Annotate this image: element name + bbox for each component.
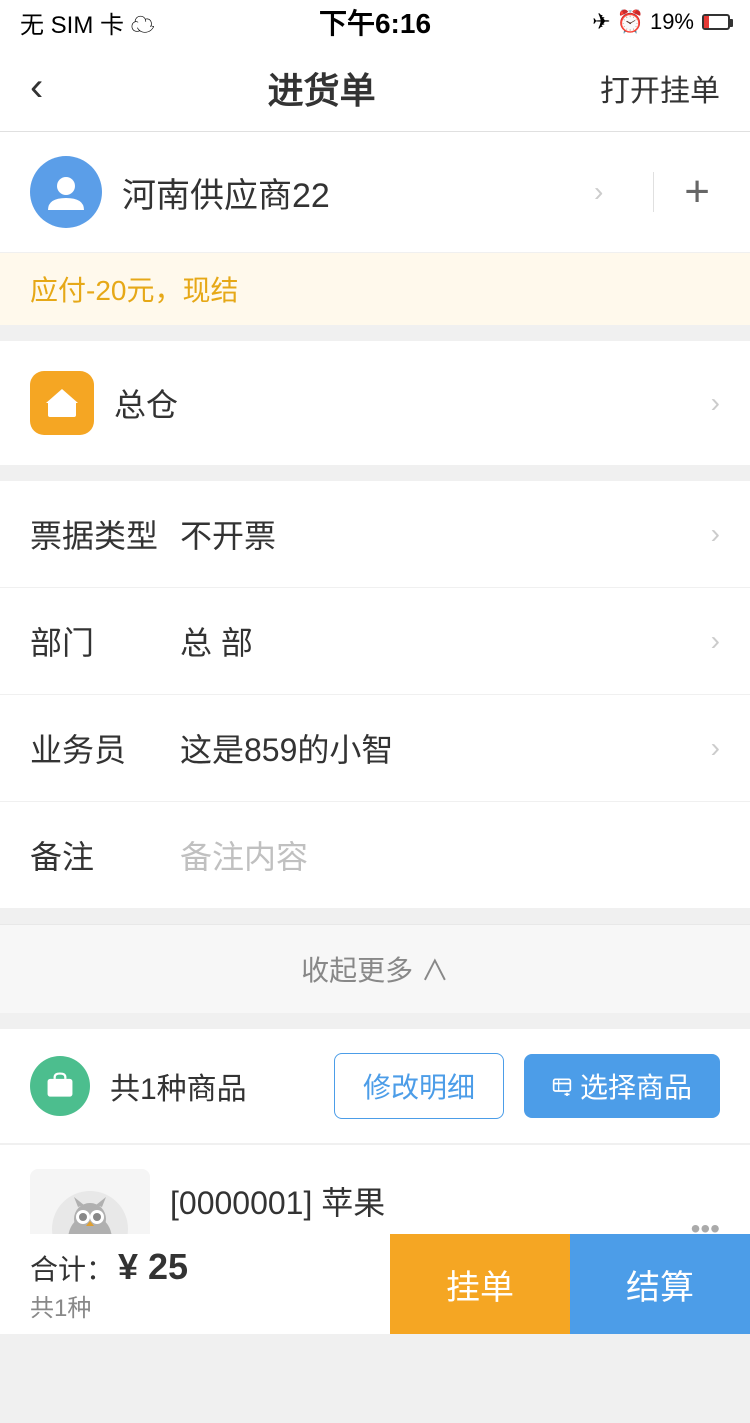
checkout-button[interactable]: 结算 <box>570 1234 750 1334</box>
department-chevron-icon: › <box>711 625 720 657</box>
products-count: 共1种商品 <box>110 1064 314 1108</box>
supplier-divider <box>653 172 654 212</box>
warehouse-name: 总仓 <box>114 380 711 426</box>
supplier-name: 河南供应商22 <box>122 168 594 217</box>
checkout-label: 结算 <box>626 1260 694 1309</box>
invoice-type-label: 票据类型 <box>30 511 180 557</box>
collapse-bar[interactable]: 收起更多 ∧ <box>0 924 750 1013</box>
edit-detail-button[interactable]: 修改明细 <box>334 1053 504 1119</box>
warehouse-section: 总仓 › <box>0 341 750 465</box>
salesperson-value: 这是859的小智 <box>180 725 711 771</box>
status-bar: 无 SIM 卡 ☁ 下午6:16 ✈ ⏰ 19% <box>0 0 750 44</box>
supplier-chevron-icon: › <box>594 176 603 208</box>
status-time: 下午6:16 <box>319 2 431 42</box>
supplier-notice: 应付-20元，现结 <box>0 253 750 325</box>
supplier-section: 河南供应商22 › + 应付-20元，现结 <box>0 132 750 325</box>
suspend-button[interactable]: 挂单 <box>390 1234 570 1334</box>
invoice-chevron-icon: › <box>711 518 720 550</box>
warehouse-chevron-icon: › <box>711 387 720 419</box>
add-supplier-button[interactable]: + <box>674 167 720 217</box>
location-icon: ✈ <box>592 9 610 35</box>
department-row[interactable]: 部门 总 部 › <box>0 588 750 695</box>
warehouse-row[interactable]: 总仓 › <box>0 341 750 465</box>
status-right: ✈ ⏰ 19% <box>592 9 730 35</box>
salesperson-label: 业务员 <box>30 725 180 771</box>
total-count: 共1种 <box>30 1288 360 1323</box>
department-label: 部门 <box>30 618 180 664</box>
department-value: 总 部 <box>180 618 711 664</box>
product-name-text: 苹果 <box>321 1185 385 1221</box>
page-title: 进货单 <box>268 62 376 114</box>
remark-value[interactable]: 备注内容 <box>180 832 720 878</box>
bottom-bar: 合计： ¥ 25 共1种 挂单 结算 <box>0 1234 750 1334</box>
supplier-avatar <box>30 156 102 228</box>
products-icon <box>30 1056 90 1116</box>
battery-icon <box>702 14 730 30</box>
form-section: 票据类型 不开票 › 部门 总 部 › 业务员 这是859的小智 › 备注 备注… <box>0 481 750 908</box>
alarm-icon: ⏰ <box>617 9 644 35</box>
total-label: 合计： <box>30 1248 114 1288</box>
product-name: [0000001] 苹果 <box>170 1178 671 1224</box>
select-product-label: 选择商品 <box>580 1066 692 1106</box>
suspend-label: 挂单 <box>446 1260 514 1309</box>
remark-row[interactable]: 备注 备注内容 <box>0 802 750 908</box>
salesperson-chevron-icon: › <box>711 732 720 764</box>
sim-status: 无 SIM 卡 ☁ <box>20 5 155 40</box>
battery-level: 19% <box>650 9 694 35</box>
back-button[interactable]: ‹ <box>30 65 43 110</box>
product-code: [0000001] <box>170 1185 312 1221</box>
status-left: 无 SIM 卡 ☁ <box>20 5 155 40</box>
nav-bar: ‹ 进货单 打开挂单 <box>0 44 750 132</box>
invoice-type-value: 不开票 <box>180 511 711 557</box>
warehouse-icon <box>30 371 94 435</box>
open-pending-button[interactable]: 打开挂单 <box>600 66 720 110</box>
remark-label: 备注 <box>30 832 180 878</box>
invoice-type-row[interactable]: 票据类型 不开票 › <box>0 481 750 588</box>
salesperson-row[interactable]: 业务员 这是859的小智 › <box>0 695 750 802</box>
select-product-button[interactable]: 选择商品 <box>524 1054 720 1118</box>
total-section: 合计： ¥ 25 共1种 <box>0 1234 390 1334</box>
products-header: 共1种商品 修改明细 选择商品 <box>0 1029 750 1143</box>
total-amount: ¥ 25 <box>118 1246 188 1288</box>
supplier-row[interactable]: 河南供应商22 › + <box>0 132 750 253</box>
